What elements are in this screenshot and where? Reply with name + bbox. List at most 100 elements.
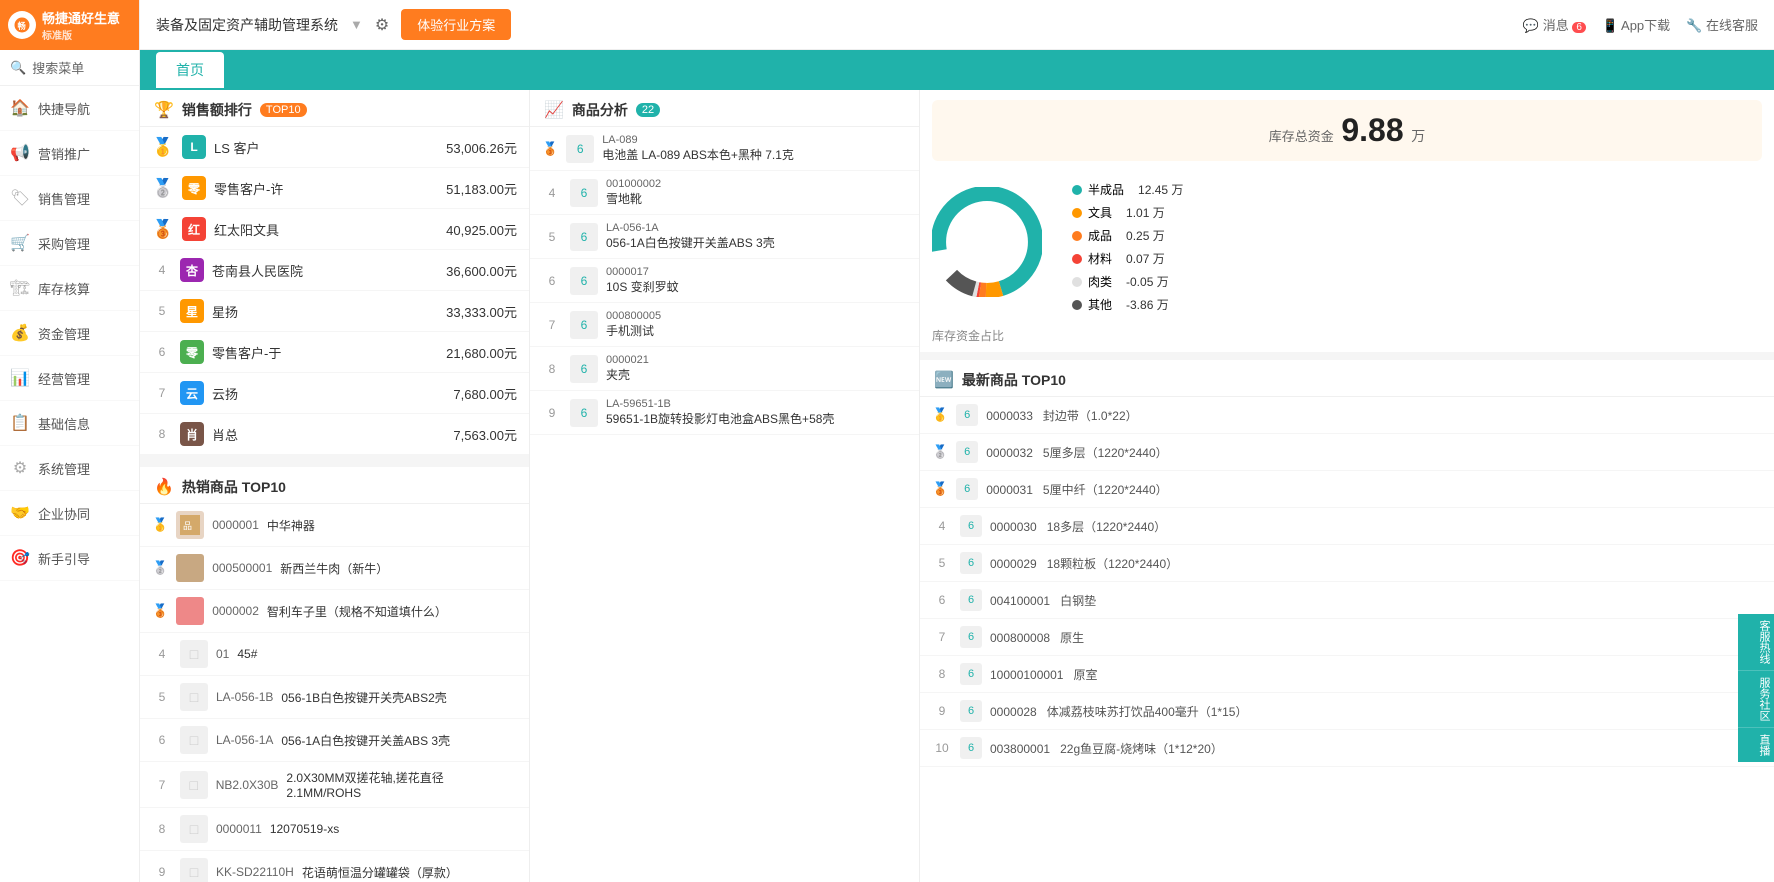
new-thumb-9: 6 (960, 700, 982, 722)
new-info-1: 0000033 封边带（1.0*22） (986, 407, 1762, 424)
search-menu[interactable]: 🔍 搜索菜单 (0, 50, 139, 86)
tab-home[interactable]: 首页 (156, 52, 224, 88)
sidebar-item-sales[interactable]: 🏷 销售管理 (0, 176, 139, 221)
mid-thumb-7: 6 (570, 311, 598, 339)
hot-product-6: 6 □ LA-056-1A 056-1A白色按键开关盖ABS 3壳 (140, 719, 529, 762)
rank-name-5: 星扬 (212, 302, 438, 321)
online-service-btn[interactable]: 🔧 在线客服 (1686, 15, 1758, 34)
mid-product-5: 5 6 LA-056-1A 056-1A白色按键开关盖ABS 3壳 (530, 215, 919, 259)
mid-name-4: 雪地靴 (606, 190, 907, 207)
top-header: 装备及固定资产辅助管理系统 ▼ ⚙ 体验行业方案 💬 消息 6 📱 App下载 … (140, 0, 1774, 50)
avatar-8: 肖 (180, 422, 204, 446)
hot-product-2: 🥈 000500001 新西兰牛肉（新牛） (140, 547, 529, 590)
main-area: 装备及固定资产辅助管理系统 ▼ ⚙ 体验行业方案 💬 消息 6 📱 App下载 … (140, 0, 1774, 882)
legend-val-1: 12.45 万 (1138, 181, 1183, 198)
rank-amount-3: 40,925.00元 (446, 220, 517, 239)
rank-name-3: 红太阳文具 (214, 220, 438, 239)
new-thumb-6: 6 (960, 589, 982, 611)
product-analysis-title: 商品分析 (572, 100, 628, 120)
sidebar-item-basics[interactable]: 📋 基础信息 (0, 401, 139, 446)
purchase-icon: 🛒 (10, 233, 30, 253)
legend-val-5: -0.05 万 (1126, 273, 1169, 290)
new-info-7: 000800008 原生 (990, 629, 1762, 646)
nav-label-basics: 基础信息 (38, 414, 90, 433)
inventory-unit: 万 (1411, 128, 1425, 144)
float-community[interactable]: 服务社区 (1738, 671, 1774, 728)
hot-products-title: 热销商品 TOP10 (182, 477, 286, 497)
sales-top10-badge: TOP10 (260, 103, 307, 117)
sidebar-item-marketing[interactable]: 📢 营销推广 (0, 131, 139, 176)
new-product-10: 10 6 003800001 22g鱼豆腐-烧烤味（1*12*20） (920, 730, 1774, 767)
rank-name-2: 零售客户-许 (214, 179, 438, 198)
hot-product-3: 🥉 0000002 智利车子里（规格不知道填什么） (140, 590, 529, 633)
sidebar-item-home[interactable]: 🏠 快捷导航 (0, 86, 139, 131)
hot-product-thumb-1: 品 (176, 511, 204, 539)
new-product-4: 4 6 0000030 18多层（1220*2440） (920, 508, 1774, 545)
legend-label-4: 材料 (1088, 250, 1112, 267)
avatar-6: 零 (180, 340, 204, 364)
mid-code-8: 0000021 (606, 354, 907, 366)
mid-name-6: 10S 变刹罗蚊 (606, 278, 907, 295)
message-btn[interactable]: 💬 消息 6 (1523, 15, 1586, 34)
sidebar-item-guide[interactable]: 🎯 新手引导 (0, 536, 139, 581)
chart-icon: 📈 (544, 100, 564, 120)
legend-val-4: 0.07 万 (1126, 250, 1165, 267)
app-sub: 标准版 (42, 27, 120, 42)
hp-name-1: 中华神器 (267, 517, 315, 534)
float-live[interactable]: 直播 (1738, 728, 1774, 762)
search-menu-label: 搜索菜单 (32, 58, 84, 77)
avatar-7: 云 (180, 381, 204, 405)
trial-button[interactable]: 体验行业方案 (401, 9, 511, 40)
legend-label-2: 文具 (1088, 204, 1112, 221)
svg-text:畅: 畅 (18, 21, 26, 31)
inventory-column: 库存总资金 9.88 万 (920, 90, 1774, 882)
inventory-chart-section: 半成品 12.45 万 文具 1.01 万 成品 0.25 万 (920, 171, 1774, 323)
logo-icon: 畅 (8, 11, 36, 39)
hp-name-9: 花语萌恒温分罐罐袋（厚款） (302, 864, 458, 881)
legend-dot-5 (1072, 277, 1082, 287)
float-customer-service[interactable]: 客服热线 (1738, 614, 1774, 671)
new-info-10: 003800001 22g鱼豆腐-烧烤味（1*12*20） (990, 740, 1762, 757)
legend-qita: 其他 -3.86 万 (1072, 296, 1183, 313)
app-download-btn[interactable]: 📱 App下载 (1602, 15, 1670, 34)
rank-num-7: 7 (152, 386, 172, 400)
sales-rank-column: 🏆 销售额排行 TOP10 🥇 L LS 客户 53,006.26元 🥈 零 零… (140, 90, 530, 882)
hot-product-thumb-7: □ (180, 771, 208, 799)
hp-code-8: 0000011 (216, 822, 262, 836)
sidebar-item-inventory[interactable]: 🏗 库存核算 (0, 266, 139, 311)
legend-label-6: 其他 (1088, 296, 1112, 313)
sidebar-item-purchase[interactable]: 🛒 采购管理 (0, 221, 139, 266)
inventory-icon: 🏗 (10, 278, 30, 298)
new-thumb-7: 6 (960, 626, 982, 648)
hp-code-2: 000500001 (212, 561, 272, 575)
nav-label-collab: 企业协同 (38, 504, 90, 523)
hot-products-header: 🔥 热销商品 TOP10 (140, 467, 529, 504)
inventory-total-label: 库存总资金 (1269, 129, 1334, 144)
chart-legend: 半成品 12.45 万 文具 1.01 万 成品 0.25 万 (1072, 181, 1183, 313)
avatar-5: 星 (180, 299, 204, 323)
new-info-4: 0000030 18多层（1220*2440） (990, 518, 1762, 535)
sidebar-item-system[interactable]: ⚙ 系统管理 (0, 446, 139, 491)
inventory-card: 库存总资金 9.88 万 (932, 100, 1762, 161)
mid-thumb-3: 6 (566, 135, 594, 163)
legend-dot-6 (1072, 300, 1082, 310)
settings-button[interactable]: ⚙ (375, 15, 389, 35)
sidebar-item-operations[interactable]: 📊 经营管理 (0, 356, 139, 401)
mid-code-6: 0000017 (606, 266, 907, 278)
mid-name-5: 056-1A白色按键开关盖ABS 3壳 (606, 234, 907, 251)
app-logo: 畅 畅捷通好生意 标准版 (0, 0, 139, 50)
analysis-badge: 22 (636, 103, 660, 117)
system-title: 装备及固定资产辅助管理系统 (156, 15, 338, 35)
hp-name-4: 45# (237, 647, 257, 661)
hp-name-5: 056-1B白色按键开关壳ABS2壳 (281, 689, 446, 706)
sidebar-item-finance[interactable]: 💰 资金管理 (0, 311, 139, 356)
new-products-header: 🆕 最新商品 TOP10 (920, 360, 1774, 397)
rank-amount-2: 51,183.00元 (446, 179, 517, 198)
avatar-4: 杏 (180, 258, 204, 282)
mid-name-7: 手机测试 (606, 322, 907, 339)
inventory-amount: 9.88 (1341, 112, 1403, 148)
basics-icon: 📋 (10, 413, 30, 433)
legend-cailiao: 材料 0.07 万 (1072, 250, 1183, 267)
sidebar-item-collab[interactable]: 🤝 企业协同 (0, 491, 139, 536)
mid-code-3: LA-089 (602, 134, 907, 146)
